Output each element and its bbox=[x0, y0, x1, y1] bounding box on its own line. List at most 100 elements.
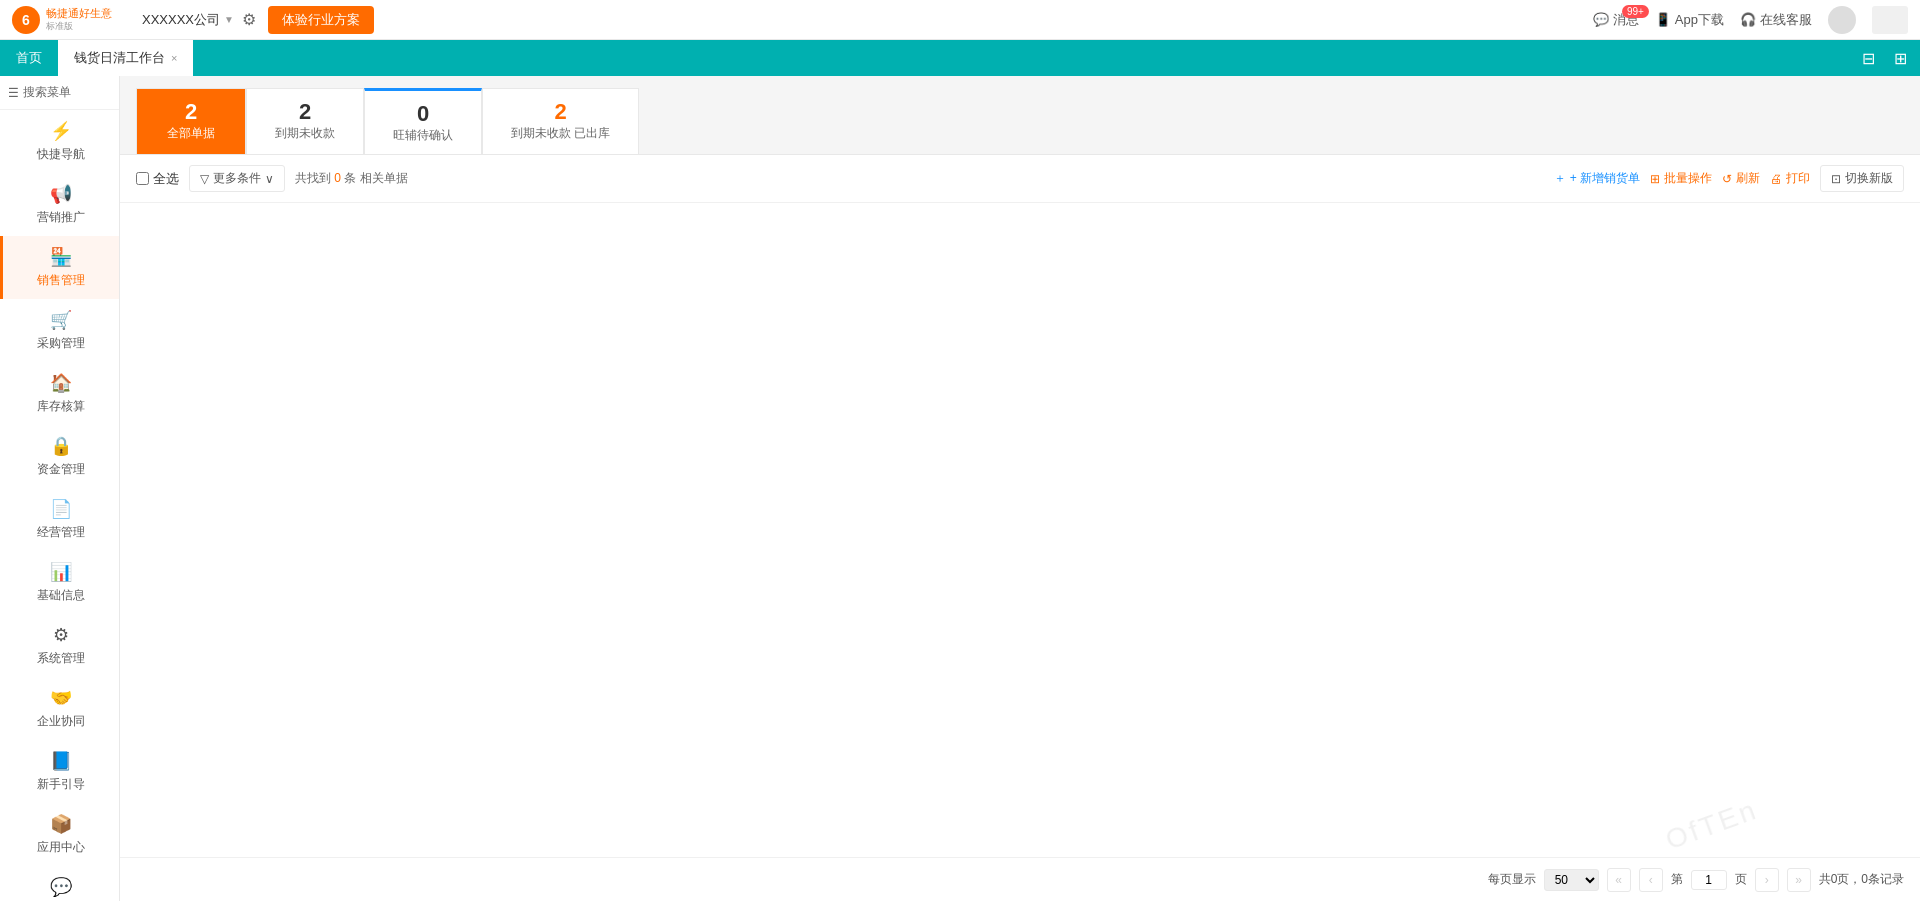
sidebar-item-operations[interactable]: 📄 经营管理 bbox=[0, 488, 119, 551]
pagination: 每页显示 50 100 200 « ‹ 第 页 › » 共0页，0条记录 bbox=[120, 857, 1920, 901]
marketing-icon: 📢 bbox=[50, 183, 72, 205]
stat-all-label: 全部单据 bbox=[167, 125, 215, 142]
stat-wangpu-label: 旺辅待确认 bbox=[393, 127, 453, 144]
tab-workbench[interactable]: 钱货日清工作台 × bbox=[58, 40, 193, 76]
sidebar-item-marketing-label: 营销推广 bbox=[37, 209, 85, 226]
plus-icon: ＋ bbox=[1554, 170, 1566, 187]
per-page-label: 每页显示 bbox=[1488, 871, 1536, 888]
logo-text-container: 畅捷通好生意 标准版 bbox=[46, 6, 112, 33]
sales-icon: 🏪 bbox=[50, 246, 72, 268]
sidebar-item-purchase[interactable]: 🛒 采购管理 bbox=[0, 299, 119, 362]
company-name: XXXXXX公司 bbox=[142, 11, 220, 29]
found-text: 共找到 0 条 相关单据 bbox=[295, 170, 408, 187]
purchase-icon: 🛒 bbox=[50, 309, 72, 331]
filter-btn-label: 更多条件 bbox=[213, 170, 261, 187]
sidebar-item-guide[interactable]: 📘 新手引导 bbox=[0, 740, 119, 803]
quick-nav-icon: ⚡ bbox=[50, 120, 72, 142]
new-sale-label: + 新增销货单 bbox=[1570, 170, 1640, 187]
search-icon: ☰ bbox=[8, 86, 19, 100]
sidebar-item-base-info-label: 基础信息 bbox=[37, 587, 85, 604]
toolbar-left: 全选 ▽ 更多条件 ∨ 共找到 0 条 相关单据 bbox=[136, 165, 408, 192]
last-page-btn[interactable]: » bbox=[1787, 868, 1811, 892]
table-area bbox=[120, 203, 1920, 857]
batch-btn[interactable]: ⊞ 批量操作 bbox=[1650, 170, 1712, 187]
tab-expand-btn[interactable]: ⊞ bbox=[1888, 46, 1912, 70]
sidebar-item-finance[interactable]: 🔒 资金管理 bbox=[0, 425, 119, 488]
base-info-icon: 📊 bbox=[50, 561, 72, 583]
new-sale-btn[interactable]: ＋ + 新增销货单 bbox=[1554, 170, 1640, 187]
logo-icon: 6 bbox=[12, 6, 40, 34]
main-layout: ☰ 搜索菜单 ⚡ 快捷导航 📢 营销推广 🏪 销售管理 🛒 采购管理 🏠 库存核… bbox=[0, 76, 1920, 901]
stat-overdue-num: 2 bbox=[299, 99, 311, 125]
expand-icon: ⊞ bbox=[1894, 49, 1907, 68]
user-menu[interactable] bbox=[1872, 6, 1908, 34]
sidebar-item-quick-nav-label: 快捷导航 bbox=[37, 146, 85, 163]
logo-badge: 标准版 bbox=[46, 20, 112, 33]
found-prefix: 共找到 bbox=[295, 171, 331, 185]
sidebar: ☰ 搜索菜单 ⚡ 快捷导航 📢 营销推广 🏪 销售管理 🛒 采购管理 🏠 库存核… bbox=[0, 76, 120, 901]
prev-page-btn[interactable]: ‹ bbox=[1639, 868, 1663, 892]
tab-close-icon[interactable]: × bbox=[171, 52, 177, 64]
per-page-select[interactable]: 50 100 200 bbox=[1544, 869, 1599, 891]
online-service-btn[interactable]: 🎧 在线客服 bbox=[1740, 11, 1812, 29]
message-icon: 💬 bbox=[1593, 12, 1609, 27]
found-suffix: 相关单据 bbox=[360, 171, 408, 185]
refresh-btn[interactable]: ↺ 刷新 bbox=[1722, 170, 1760, 187]
stats-tabs: 2 全部单据 2 到期未收款 0 旺辅待确认 2 到期未收款 已出库 bbox=[120, 76, 1920, 155]
select-all-checkbox[interactable] bbox=[136, 172, 149, 185]
print-icon: 🖨 bbox=[1770, 172, 1782, 186]
sidebar-item-inventory[interactable]: 🏠 库存核算 bbox=[0, 362, 119, 425]
user-avatar[interactable] bbox=[1828, 6, 1856, 34]
refresh-label: 刷新 bbox=[1736, 170, 1760, 187]
stat-tab-overdue[interactable]: 2 到期未收款 bbox=[246, 88, 364, 154]
toolbar-right: ＋ + 新增销货单 ⊞ 批量操作 ↺ 刷新 🖨 打印 ⊡ 切换新版 bbox=[1554, 165, 1904, 192]
switch-version-btn[interactable]: ⊡ 切换新版 bbox=[1820, 165, 1904, 192]
sidebar-item-system[interactable]: ⚙ 系统管理 bbox=[0, 614, 119, 677]
print-label: 打印 bbox=[1786, 170, 1810, 187]
sidebar-item-sales[interactable]: 🏪 销售管理 bbox=[0, 236, 119, 299]
experience-btn[interactable]: 体验行业方案 bbox=[268, 6, 374, 34]
stat-wangpu-num: 0 bbox=[417, 101, 429, 127]
sidebar-item-base-info[interactable]: 📊 基础信息 bbox=[0, 551, 119, 614]
select-all-label[interactable]: 全选 bbox=[136, 170, 179, 188]
app-download-icon: 📱 bbox=[1655, 12, 1671, 27]
message-btn[interactable]: 💬 消息 99+ bbox=[1593, 11, 1639, 29]
sidebar-item-wechat[interactable]: 💬 企业微信 bbox=[0, 866, 119, 901]
stat-all-num: 2 bbox=[185, 99, 197, 125]
filter-btn[interactable]: ▽ 更多条件 ∨ bbox=[189, 165, 285, 192]
total-label: 共0页，0条记录 bbox=[1819, 871, 1904, 888]
print-btn[interactable]: 🖨 打印 bbox=[1770, 170, 1810, 187]
next-page-btn[interactable]: › bbox=[1755, 868, 1779, 892]
sidebar-item-sales-label: 销售管理 bbox=[37, 272, 85, 289]
stat-tab-unshipped[interactable]: 2 到期未收款 已出库 bbox=[482, 88, 639, 154]
page-number-input[interactable] bbox=[1691, 870, 1727, 890]
settings-icon[interactable]: ⚙ bbox=[242, 10, 256, 29]
sidebar-item-marketing[interactable]: 📢 营销推广 bbox=[0, 173, 119, 236]
sidebar-search-label: 搜索菜单 bbox=[23, 84, 71, 101]
batch-icon: ⊞ bbox=[1650, 172, 1660, 186]
company-selector[interactable]: XXXXXX公司 ▼ bbox=[142, 11, 234, 29]
stat-tab-wangpu[interactable]: 0 旺辅待确认 bbox=[364, 88, 482, 154]
sidebar-item-finance-label: 资金管理 bbox=[37, 461, 85, 478]
stat-tab-all[interactable]: 2 全部单据 bbox=[136, 88, 246, 154]
select-all-text: 全选 bbox=[153, 170, 179, 188]
toolbar: 全选 ▽ 更多条件 ∨ 共找到 0 条 相关单据 ＋ + 新增销货单 bbox=[120, 155, 1920, 203]
main-header: 6 畅捷通好生意 标准版 XXXXXX公司 ▼ ⚙ 体验行业方案 💬 消息 99… bbox=[0, 0, 1920, 40]
message-badge: 99+ bbox=[1622, 5, 1649, 18]
sidebar-search[interactable]: ☰ 搜索菜单 bbox=[0, 76, 119, 110]
wechat-icon: 💬 bbox=[50, 876, 72, 898]
logo: 6 畅捷通好生意 标准版 bbox=[12, 6, 132, 34]
operations-icon: 📄 bbox=[50, 498, 72, 520]
first-page-btn[interactable]: « bbox=[1607, 868, 1631, 892]
app-download-btn[interactable]: 📱 App下载 bbox=[1655, 11, 1724, 29]
finance-icon: 🔒 bbox=[50, 435, 72, 457]
headset-icon: 🎧 bbox=[1740, 12, 1756, 27]
sidebar-item-cooperation[interactable]: 🤝 企业协同 bbox=[0, 677, 119, 740]
tab-collapse-btn[interactable]: ⊟ bbox=[1856, 46, 1880, 70]
tab-home[interactable]: 首页 bbox=[0, 40, 58, 76]
sidebar-item-quick-nav[interactable]: ⚡ 快捷导航 bbox=[0, 110, 119, 173]
batch-label: 批量操作 bbox=[1664, 170, 1712, 187]
stat-unshipped-num: 2 bbox=[555, 99, 567, 125]
sidebar-item-app-center[interactable]: 📦 应用中心 bbox=[0, 803, 119, 866]
header-right: 💬 消息 99+ 📱 App下载 🎧 在线客服 bbox=[1593, 6, 1908, 34]
